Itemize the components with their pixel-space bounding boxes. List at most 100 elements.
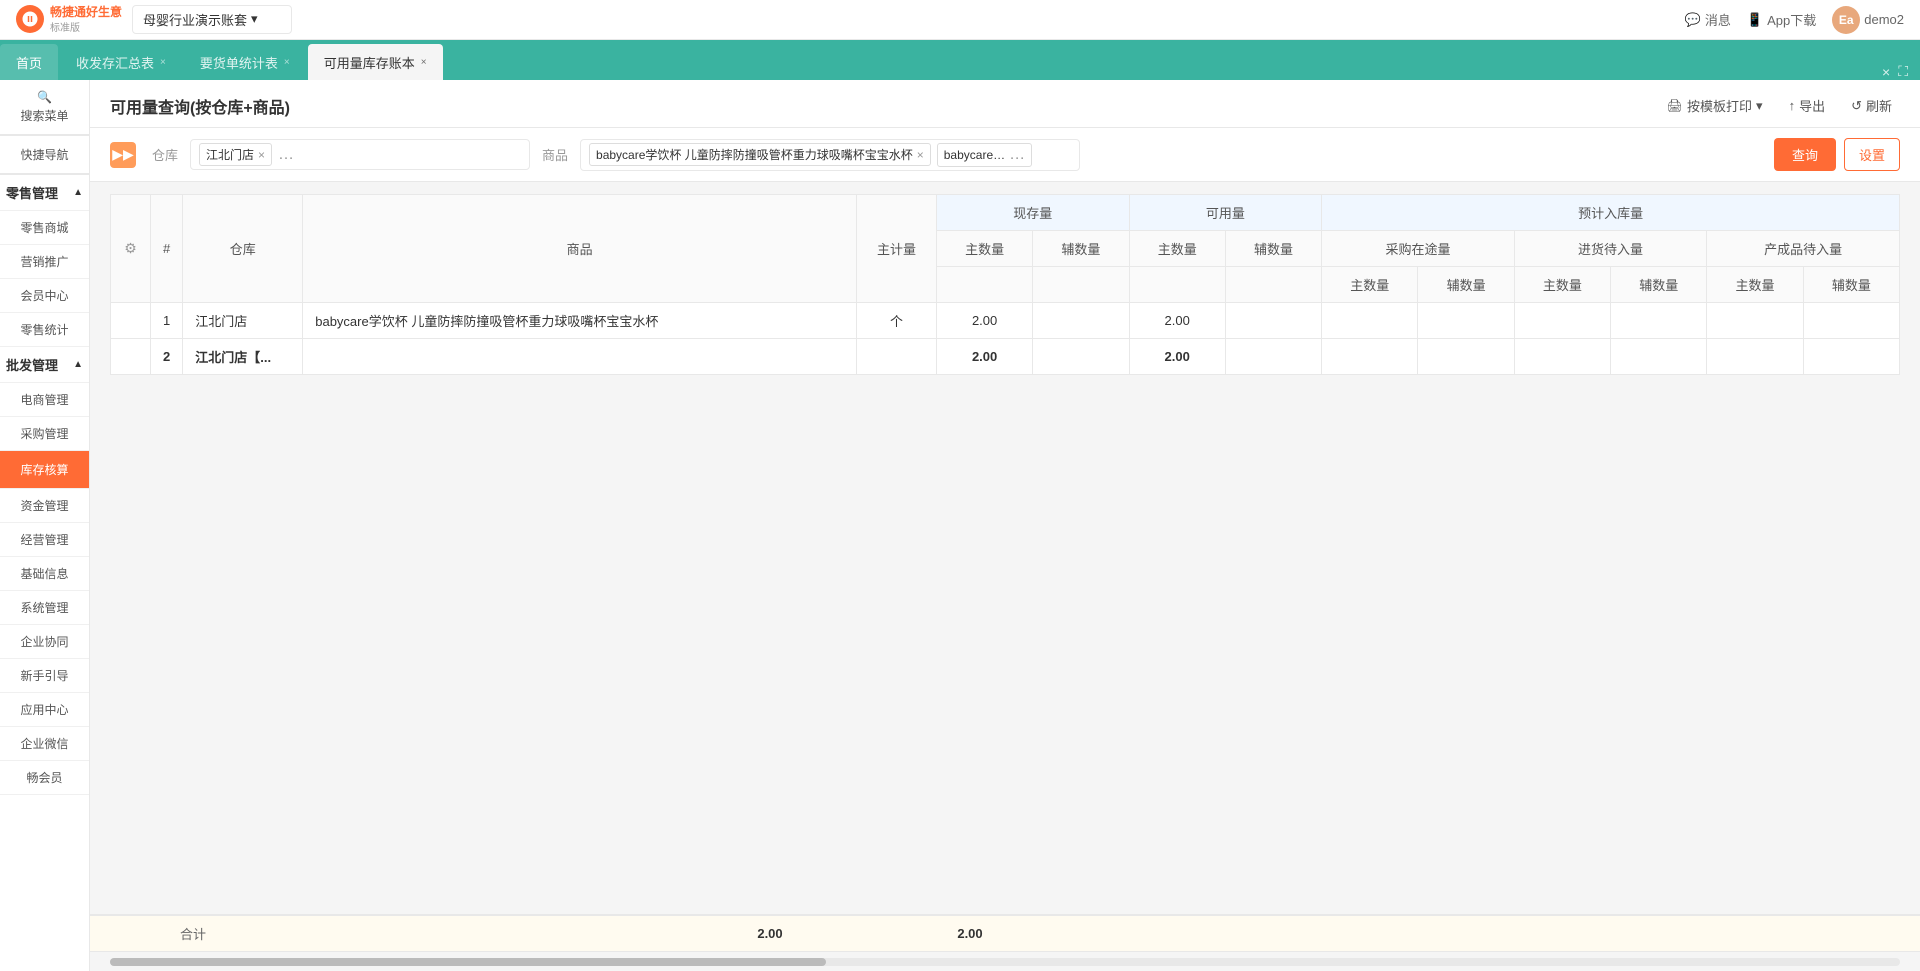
th-main-unit: 主计量 bbox=[856, 195, 936, 303]
app-label: App下载 bbox=[1767, 10, 1816, 29]
sidebar-item-vip[interactable]: 畅会员 bbox=[0, 761, 89, 795]
export-button[interactable]: ↑ 导出 bbox=[1781, 92, 1834, 119]
print-button[interactable]: 🖨 按模板打印 ▾ bbox=[1659, 92, 1771, 119]
table-total-row: 合计 2.00 2.00 bbox=[90, 914, 1920, 951]
warehouse-filter-input[interactable]: 江北门店 × … bbox=[190, 139, 530, 170]
th-avail-aux: 辅数量 bbox=[1225, 231, 1321, 267]
row1-product: babycare学饮杯 儿童防摔防撞吸管杯重力球吸嘴杯宝宝水杯 bbox=[303, 303, 857, 339]
th-pur-transit-main: 主数量 bbox=[1322, 267, 1418, 303]
warehouse-filter-more-icon[interactable]: … bbox=[278, 146, 294, 164]
sidebar-item-member[interactable]: 会员中心 bbox=[0, 279, 89, 313]
print-dropdown-icon: ▾ bbox=[1756, 98, 1763, 114]
horizontal-scrollbar-thumb[interactable] bbox=[110, 958, 826, 966]
close-all-tabs-icon[interactable]: × bbox=[1882, 64, 1890, 80]
available-stock-label: 可用量库存账本 bbox=[324, 53, 415, 72]
order-stats-label: 要货单统计表 bbox=[200, 53, 278, 72]
sidebar-item-newbie[interactable]: 新手引导 bbox=[0, 659, 89, 693]
row2-stock-aux bbox=[1033, 339, 1129, 375]
top-bar-left: 畅捷通好生意 标准版 母婴行业演示账套 ▾ bbox=[16, 5, 292, 34]
sidebar-item-basic[interactable]: 基础信息 bbox=[0, 557, 89, 591]
query-button[interactable]: 查询 bbox=[1774, 138, 1836, 171]
message-button[interactable]: 💬 消息 bbox=[1685, 10, 1731, 29]
company-selector[interactable]: 母婴行业演示账套 ▾ bbox=[132, 5, 292, 34]
row1-avail-main: 2.00 bbox=[1129, 303, 1225, 339]
wechat-label: 企业微信 bbox=[20, 737, 68, 751]
wholesale-arrow-icon: ▲ bbox=[73, 359, 83, 370]
sidebar-item-wechat[interactable]: 企业微信 bbox=[0, 727, 89, 761]
row2-unit bbox=[856, 339, 936, 375]
table-area: ⚙ # 仓库 商品 主计量 现存量 可用量 预计入库量 主数量 辅数量 主数量 bbox=[90, 182, 1920, 914]
dropdown-arrow-icon: ▾ bbox=[251, 11, 258, 27]
sidebar-item-app-center[interactable]: 应用中心 bbox=[0, 693, 89, 727]
refresh-icon: ↺ bbox=[1851, 98, 1862, 114]
refresh-button[interactable]: ↺ 刷新 bbox=[1843, 92, 1900, 119]
bottom-scrollbar bbox=[90, 951, 1920, 971]
row2-finished-main bbox=[1707, 339, 1803, 375]
app-download-button[interactable]: 📱 App下载 bbox=[1747, 10, 1816, 29]
row2-finished-aux bbox=[1803, 339, 1899, 375]
product-tag-2-value: babycare… bbox=[944, 148, 1005, 162]
th-stock-aux-2 bbox=[1033, 267, 1129, 303]
close-order-stats-icon[interactable]: × bbox=[284, 57, 290, 68]
horizontal-scrollbar-track[interactable] bbox=[110, 958, 1900, 966]
row1-avail-aux bbox=[1225, 303, 1321, 339]
page-title: 可用量查询(按仓库+商品) bbox=[110, 94, 290, 118]
sidebar-item-wholesale[interactable]: 批发管理 ▲ bbox=[0, 347, 89, 383]
settings-button[interactable]: 设置 bbox=[1844, 138, 1900, 171]
tab-home[interactable]: 首页 bbox=[0, 44, 58, 80]
row2-avail-aux bbox=[1225, 339, 1321, 375]
export-label: 导出 bbox=[1799, 96, 1825, 115]
tab-receive-send[interactable]: 收发存汇总表 × bbox=[60, 44, 182, 80]
filter-actions: 查询 设置 bbox=[1774, 138, 1900, 171]
sidebar-item-inventory[interactable]: 库存核算 bbox=[0, 451, 89, 489]
warehouse-tag: 江北门店 × bbox=[199, 143, 272, 166]
main-layout: 🔍 搜索菜单 快捷导航 零售管理 ▲ 零售商城 营销推广 会员中心 零售统计 批… bbox=[0, 80, 1920, 971]
th-avail-main: 主数量 bbox=[1129, 231, 1225, 267]
row1-unit: 个 bbox=[856, 303, 936, 339]
app-center-label: 应用中心 bbox=[20, 703, 68, 717]
row1-finished-main bbox=[1707, 303, 1803, 339]
sidebar-quick-nav[interactable]: 快捷导航 bbox=[0, 136, 89, 175]
sidebar: 🔍 搜索菜单 快捷导航 零售管理 ▲ 零售商城 营销推广 会员中心 零售统计 批… bbox=[0, 80, 90, 971]
product-tag-1-remove-icon[interactable]: × bbox=[917, 148, 924, 162]
user-area[interactable]: Ea demo2 bbox=[1832, 6, 1904, 34]
table-row: 1 江北门店 babycare学饮杯 儿童防摔防撞吸管杯重力球吸嘴杯宝宝水杯 个… bbox=[111, 303, 1900, 339]
sidebar-item-retail-mall[interactable]: 零售商城 bbox=[0, 211, 89, 245]
purchase-label: 采购管理 bbox=[20, 427, 68, 441]
sidebar-item-marketing[interactable]: 营销推广 bbox=[0, 245, 89, 279]
top-bar-right: 💬 消息 📱 App下载 Ea demo2 bbox=[1685, 6, 1904, 34]
retail-arrow-icon: ▲ bbox=[73, 187, 83, 198]
total-stock-main: 2.00 bbox=[720, 926, 820, 941]
tab-order-stats[interactable]: 要货单统计表 × bbox=[184, 44, 306, 80]
system-label: 系统管理 bbox=[20, 601, 68, 615]
gear-settings-icon[interactable]: ⚙ bbox=[124, 240, 137, 256]
product-filter-input[interactable]: babycare学饮杯 儿童防摔防撞吸管杯重力球吸嘴杯宝宝水杯 × babyca… bbox=[580, 139, 1080, 171]
row2-no: 2 bbox=[151, 339, 183, 375]
close-receive-send-icon[interactable]: × bbox=[160, 57, 166, 68]
th-finished-main: 主数量 bbox=[1707, 267, 1803, 303]
sidebar-item-purchase[interactable]: 采购管理 bbox=[0, 417, 89, 451]
product-tag-1-value: babycare学饮杯 儿童防摔防撞吸管杯重力球吸嘴杯宝宝水杯 bbox=[596, 146, 913, 163]
close-available-stock-icon[interactable]: × bbox=[421, 57, 427, 68]
sidebar-item-finance[interactable]: 资金管理 bbox=[0, 489, 89, 523]
warehouse-tag-remove-icon[interactable]: × bbox=[258, 148, 265, 162]
row1-gear bbox=[111, 303, 151, 339]
sidebar-item-retail[interactable]: 零售管理 ▲ bbox=[0, 175, 89, 211]
filter-toggle-button[interactable]: ▶▶ bbox=[110, 142, 136, 168]
sidebar-search[interactable]: 🔍 搜索菜单 bbox=[0, 80, 89, 136]
product-tag-2-more-icon[interactable]: … bbox=[1009, 146, 1025, 164]
sidebar-item-operations[interactable]: 经营管理 bbox=[0, 523, 89, 557]
filter-area: ▶▶ 仓库 江北门店 × … 商品 babycare学饮杯 儿童防摔防撞吸管杯重… bbox=[90, 128, 1920, 182]
sidebar-item-retail-stats[interactable]: 零售统计 bbox=[0, 313, 89, 347]
maximize-icon[interactable]: ⛶ bbox=[1898, 63, 1908, 80]
sidebar-item-ecommerce[interactable]: 电商管理 bbox=[0, 383, 89, 417]
sidebar-item-system[interactable]: 系统管理 bbox=[0, 591, 89, 625]
newbie-label: 新手引导 bbox=[20, 669, 68, 683]
th-gear: ⚙ bbox=[111, 195, 151, 303]
receive-send-label: 收发存汇总表 bbox=[76, 53, 154, 72]
th-finished-aux: 辅数量 bbox=[1803, 267, 1899, 303]
tab-available-stock[interactable]: 可用量库存账本 × bbox=[308, 44, 443, 80]
print-icon: 🖨 bbox=[1667, 98, 1684, 114]
sidebar-item-enterprise[interactable]: 企业协同 bbox=[0, 625, 89, 659]
logo-icon bbox=[16, 5, 44, 33]
